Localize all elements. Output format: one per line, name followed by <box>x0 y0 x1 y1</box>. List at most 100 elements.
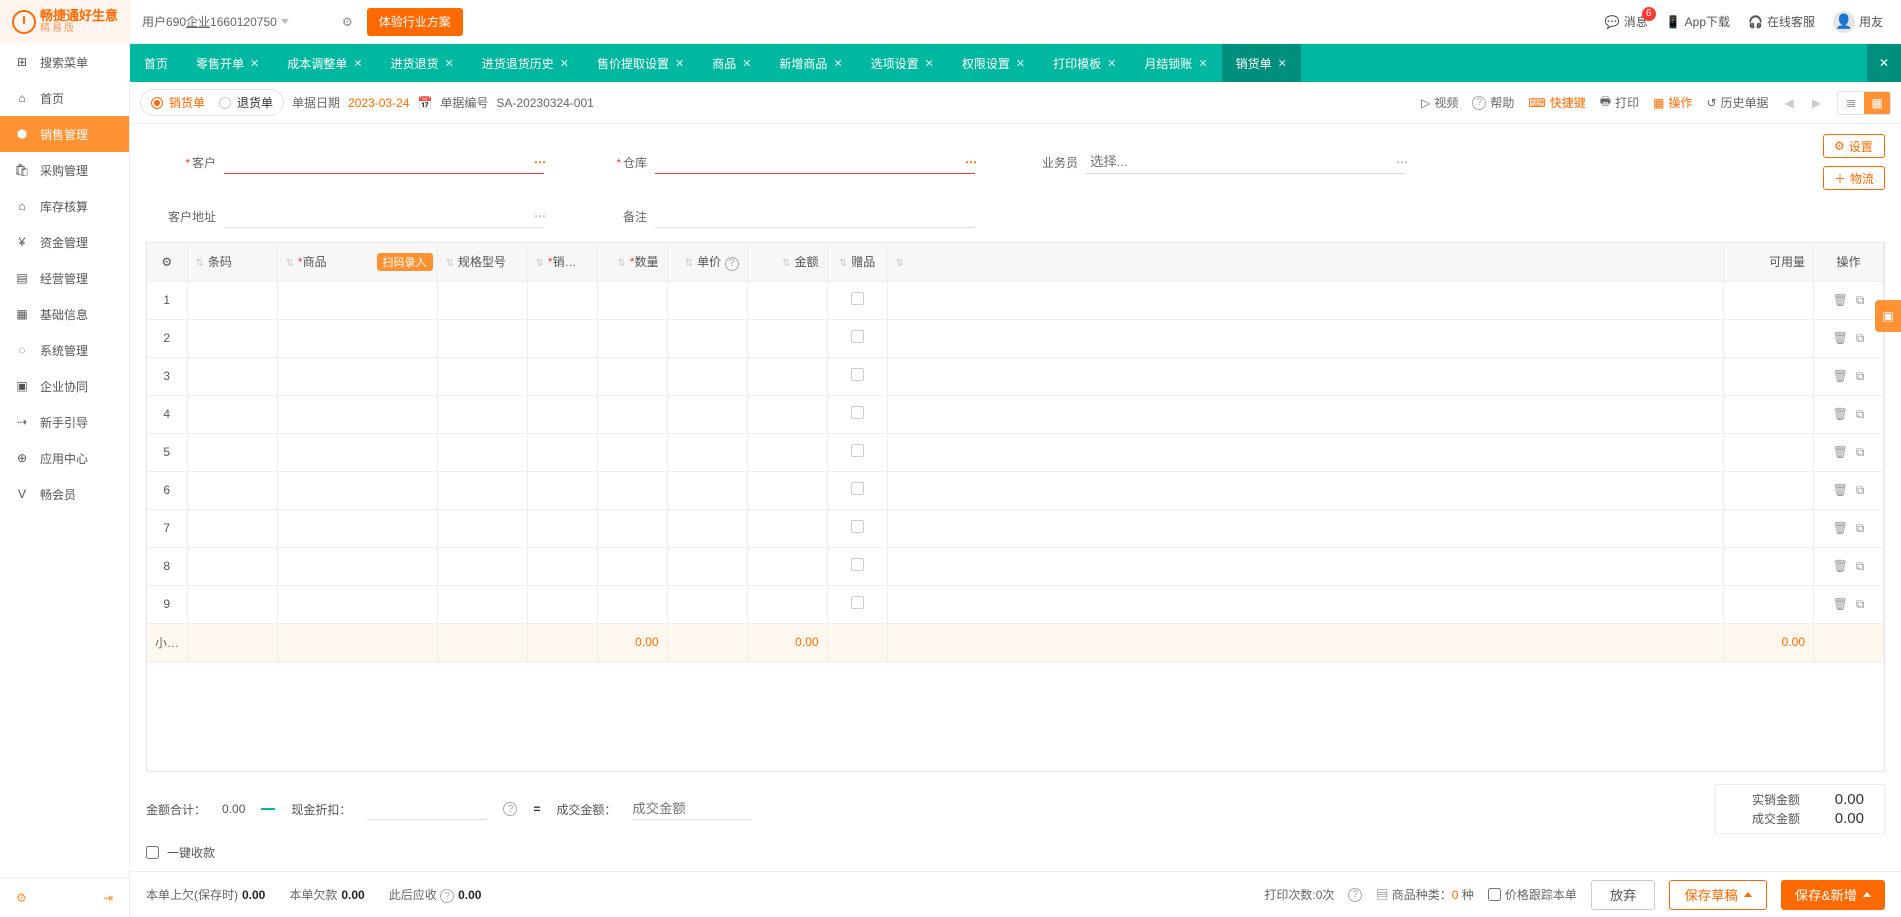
settings-button[interactable]: ⚙设置 <box>1823 134 1885 158</box>
tab-8[interactable]: 选项设置✕ <box>857 44 948 82</box>
sidebar-item-9[interactable]: ▣企业协同 <box>0 368 129 404</box>
save-draft-button[interactable]: 保存草稿 <box>1669 880 1766 910</box>
tab-0[interactable]: 首页 <box>130 44 182 82</box>
sidebar-item-11[interactable]: ⊕应用中心 <box>0 440 129 476</box>
sidebar-item-3[interactable]: 🛍采购管理 <box>0 152 129 188</box>
gift-checkbox[interactable] <box>851 292 864 305</box>
col-unit[interactable]: ⇅*销售单位 <box>527 243 597 281</box>
row-delete-icon[interactable]: 🗑 <box>1833 407 1848 422</box>
gift-checkbox[interactable] <box>851 482 864 495</box>
sidebar-item-12[interactable]: V畅会员 <box>0 476 129 512</box>
one-click-receive-checkbox[interactable] <box>146 846 159 859</box>
video-button[interactable]: ▷视频 <box>1421 94 1458 111</box>
sidebar-item-7[interactable]: ▦基础信息 <box>0 296 129 332</box>
row-copy-icon[interactable]: ⧉ <box>1856 483 1865 498</box>
current-user[interactable]: 👤 用友 <box>1833 11 1883 33</box>
row-copy-icon[interactable]: ⧉ <box>1856 597 1865 612</box>
tab-close-icon[interactable]: ✕ <box>445 57 454 70</box>
doc-date-value[interactable]: 2023-03-24 <box>348 96 409 110</box>
sidebar-collapse-icon[interactable]: ⇥ <box>103 891 113 905</box>
row-copy-icon[interactable]: ⧉ <box>1856 407 1865 422</box>
price-help-icon[interactable]: ? <box>725 257 739 271</box>
col-avail[interactable]: 可用量 <box>1724 243 1814 281</box>
scan-input-badge[interactable]: 扫码录入 <box>377 253 433 271</box>
tab-close-icon[interactable]: ✕ <box>560 57 569 70</box>
salesman-input[interactable] <box>1086 150 1406 174</box>
col-barcode[interactable]: ⇅条码 <box>187 243 277 281</box>
print-count-help-icon[interactable]: ? <box>1348 888 1362 902</box>
row-delete-icon[interactable]: 🗑 <box>1833 293 1848 308</box>
gift-checkbox[interactable] <box>851 330 864 343</box>
warehouse-lookup-icon[interactable]: ⋯ <box>965 155 978 169</box>
tab-6[interactable]: 商品✕ <box>698 44 765 82</box>
messages-button[interactable]: 💬 消息 6 <box>1605 13 1648 30</box>
gift-checkbox[interactable] <box>851 596 864 609</box>
sidebar-settings-icon[interactable]: ⚙ <box>16 891 27 905</box>
receivable-help-icon[interactable]: ? <box>440 889 454 903</box>
tab-3[interactable]: 进货退货✕ <box>376 44 467 82</box>
col-price[interactable]: ⇅单价 ? <box>667 243 747 281</box>
calendar-icon[interactable]: 📅 <box>417 96 432 110</box>
gift-checkbox[interactable] <box>851 406 864 419</box>
table-row[interactable]: 1🗑⧉ <box>147 281 1884 319</box>
track-price-checkbox[interactable]: 价格跟踪本单 <box>1488 886 1577 903</box>
deal-input[interactable] <box>632 798 752 820</box>
close-all-tabs-button[interactable]: ✕ <box>1867 44 1901 82</box>
view-grid-button[interactable]: ▦ <box>1864 92 1890 114</box>
tab-11[interactable]: 月结锁账✕ <box>1130 44 1221 82</box>
row-delete-icon[interactable]: 🗑 <box>1833 483 1848 498</box>
row-delete-icon[interactable]: 🗑 <box>1833 521 1848 536</box>
sidebar-item-1[interactable]: ⌂首页 <box>0 80 129 116</box>
row-delete-icon[interactable]: 🗑 <box>1833 559 1848 574</box>
tab-close-icon[interactable]: ✕ <box>353 57 362 70</box>
app-download-button[interactable]: 📱 App下载 <box>1666 13 1730 30</box>
customer-lookup-icon[interactable]: ⋯ <box>534 155 547 169</box>
tab-9[interactable]: 权限设置✕ <box>948 44 1039 82</box>
tab-7[interactable]: 新增商品✕ <box>765 44 856 82</box>
row-copy-icon[interactable]: ⧉ <box>1856 331 1865 346</box>
tab-10[interactable]: 打印模板✕ <box>1039 44 1130 82</box>
row-copy-icon[interactable]: ⧉ <box>1856 369 1865 384</box>
sidebar-item-10[interactable]: ⇢新手引导 <box>0 404 129 440</box>
cust-addr-lookup-icon[interactable]: ⋯ <box>534 209 547 223</box>
tab-1[interactable]: 零售开单✕ <box>182 44 273 82</box>
prev-doc-button[interactable]: ◀ <box>1783 96 1796 110</box>
help-button[interactable]: ?帮助 <box>1472 94 1514 111</box>
save-and-new-button[interactable]: 保存&新增 <box>1781 880 1885 910</box>
tab-close-icon[interactable]: ✕ <box>250 57 259 70</box>
sidebar-item-8[interactable]: ◌系统管理 <box>0 332 129 368</box>
tab-close-icon[interactable]: ✕ <box>833 57 842 70</box>
tab-close-icon[interactable]: ✕ <box>1016 57 1025 70</box>
sidebar-item-6[interactable]: ▤经营管理 <box>0 260 129 296</box>
col-qty[interactable]: ⇅*数量 <box>597 243 667 281</box>
sidebar-item-5[interactable]: ¥资金管理 <box>0 224 129 260</box>
ops-button[interactable]: ▦操作 <box>1653 94 1692 111</box>
sidebar-item-4[interactable]: ⌂库存核算 <box>0 188 129 224</box>
tenant-settings-icon[interactable]: ⚙ <box>342 15 353 29</box>
gift-checkbox[interactable] <box>851 558 864 571</box>
tab-close-icon[interactable]: ✕ <box>1107 57 1116 70</box>
gift-checkbox[interactable] <box>851 520 864 533</box>
floating-side-tab[interactable]: ▣ <box>1875 300 1901 332</box>
history-button[interactable]: ↺历史单据 <box>1706 94 1768 111</box>
row-copy-icon[interactable]: ⧉ <box>1856 521 1865 536</box>
col-product[interactable]: ⇅*商品扫码录入 <box>277 243 437 281</box>
sidebar-item-0[interactable]: ⊞搜索菜单 <box>0 44 129 80</box>
table-row[interactable]: 4🗑⧉ <box>147 395 1884 433</box>
customer-input[interactable] <box>224 150 544 174</box>
radio-sale-order[interactable]: 销货单 <box>151 94 205 111</box>
shortcut-button[interactable]: ⌨快捷键 <box>1528 94 1585 111</box>
tab-close-icon[interactable]: ✕ <box>1198 57 1207 70</box>
table-row[interactable]: 5🗑⧉ <box>147 433 1884 471</box>
table-row[interactable]: 9🗑⧉ <box>147 585 1884 623</box>
cust-addr-input[interactable] <box>224 204 544 228</box>
logistics-button[interactable]: ＋物流 <box>1823 166 1885 190</box>
row-delete-icon[interactable]: 🗑 <box>1833 331 1848 346</box>
discount-help-icon[interactable]: ? <box>503 802 517 816</box>
table-row[interactable]: 2🗑⧉ <box>147 319 1884 357</box>
discard-button[interactable]: 放弃 <box>1591 880 1656 910</box>
row-copy-icon[interactable]: ⧉ <box>1856 293 1865 308</box>
tab-2[interactable]: 成本调整单✕ <box>273 44 376 82</box>
remark-input[interactable] <box>655 204 975 228</box>
row-copy-icon[interactable]: ⧉ <box>1856 559 1865 574</box>
